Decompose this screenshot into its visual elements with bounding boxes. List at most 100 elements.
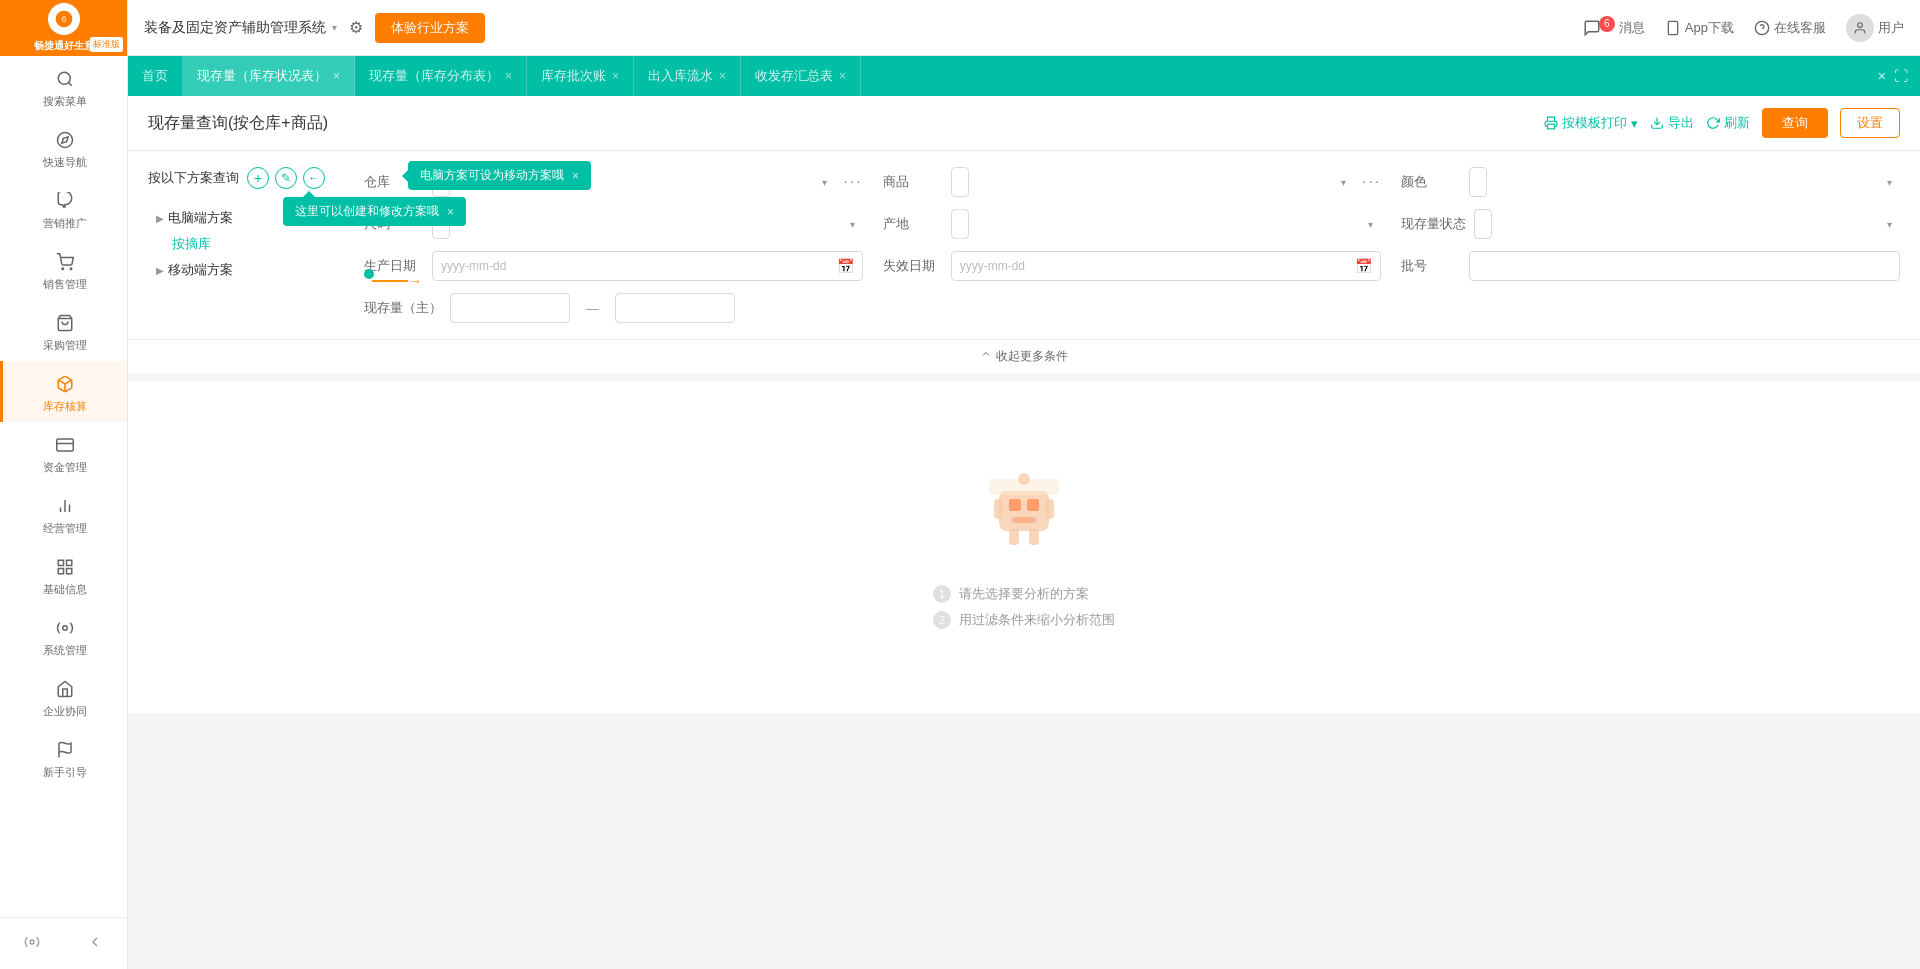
tab-inventory-status-label: 现存量（库存状况表） [197, 67, 327, 85]
step-2-text: 用过滤条件来缩小分析范围 [959, 607, 1115, 633]
user-btn[interactable]: 用户 [1846, 14, 1904, 42]
tree-arrow-desktop: ▶ [156, 213, 164, 224]
add-scheme-btn[interactable]: + [247, 167, 269, 189]
goods-select[interactable] [951, 167, 969, 197]
sidebar-item-operations[interactable]: 经营管理 [0, 483, 127, 544]
main-content: 装备及固定资产辅助管理系统 ▾ ⚙ 体验行业方案 6 消息 App下载 在线客服 [128, 0, 1920, 969]
app-label: App下载 [1685, 19, 1734, 37]
export-label: 导出 [1668, 114, 1694, 132]
query-btn[interactable]: 查询 [1762, 108, 1828, 138]
messages-btn[interactable]: 6 消息 [1583, 19, 1645, 37]
tab-inventory-dist-close[interactable]: × [505, 69, 512, 83]
tab-flow-close[interactable]: × [719, 69, 726, 83]
scheme-tooltip-close[interactable]: × [572, 169, 579, 183]
sidebar-item-sales[interactable]: 销售管理 [0, 239, 127, 300]
empty-step-1: 1 请先选择要分析的方案 [933, 581, 1115, 607]
filter-row-color: 颜色 ▾ [1401, 167, 1900, 197]
megaphone-icon [54, 190, 76, 212]
tab-inventory-status-close[interactable]: × [333, 69, 340, 83]
flag-icon [54, 739, 76, 761]
filter-row-stock-status: 现存量状态 ▾ [1401, 209, 1900, 239]
stock-main-from[interactable] [450, 293, 570, 323]
refresh-btn[interactable]: 刷新 [1706, 114, 1750, 132]
goods-label: 商品 [883, 173, 943, 191]
stock-status-select[interactable] [1474, 209, 1492, 239]
sidebar-item-search[interactable]: 搜索菜单 [0, 56, 127, 117]
stock-status-label: 现存量状态 [1401, 215, 1466, 233]
collapse-sidebar-btn[interactable] [83, 930, 107, 957]
cart-icon [54, 251, 76, 273]
goods-more[interactable]: ··· [1362, 173, 1381, 191]
tab-home[interactable]: 首页 [128, 56, 183, 96]
scheme-mobile[interactable]: ▶ 移动端方案 [148, 257, 348, 283]
exp-date-input[interactable]: yyyy-mm-dd 📅 [951, 251, 1382, 281]
grid-icon [54, 556, 76, 578]
scheme-mobile-label: 移动端方案 [168, 261, 233, 279]
sidebar-item-guide[interactable]: 新手引导 [0, 727, 127, 788]
sidebar-item-system[interactable]: 系统管理 [0, 605, 127, 666]
user-label: 用户 [1878, 19, 1904, 37]
svg-rect-33 [1046, 499, 1054, 519]
empty-steps: 1 请先选择要分析的方案 2 用过滤条件来缩小分析范围 [933, 581, 1115, 633]
sidebar-item-enterprise[interactable]: 企业协同 [0, 666, 127, 727]
back-scheme-btn[interactable]: ← [303, 167, 325, 189]
svg-rect-35 [1029, 529, 1039, 545]
collapse-label: 收起更多条件 [996, 348, 1068, 365]
sidebar-item-inventory[interactable]: 库存核算 [0, 361, 127, 422]
page-title: 现存量查询(按仓库+商品) [148, 113, 328, 134]
tab-shipment-summary-close[interactable]: × [839, 69, 846, 83]
svg-rect-14 [58, 560, 63, 565]
stock-main-dash: — [578, 301, 607, 316]
edit-tooltip: 这里可以创建和修改方案哦 × [283, 197, 466, 226]
tab-home-label: 首页 [142, 67, 168, 85]
collapse-bar[interactable]: 收起更多条件 [128, 339, 1920, 373]
tab-batch-account-close[interactable]: × [612, 69, 619, 83]
scheme-desktop-default-label: 按摘库 [172, 235, 211, 253]
setting-btn[interactable]: 设置 [1840, 108, 1900, 138]
tab-flow-label: 出入库流水 [648, 67, 713, 85]
fullscreen-btn[interactable]: ⛶ [1894, 68, 1908, 84]
prod-date-cal-icon[interactable]: 📅 [837, 258, 854, 274]
edit-scheme-btn[interactable]: ✎ [275, 167, 297, 189]
sidebar-item-basic[interactable]: 基础信息 [0, 544, 127, 605]
sidebar-item-marketing[interactable]: 营销推广 [0, 178, 127, 239]
scheme-desktop-default[interactable]: 按摘库 [148, 231, 348, 257]
edit-tooltip-close[interactable]: × [447, 205, 454, 219]
trial-btn[interactable]: 体验行业方案 [375, 13, 485, 43]
tab-inventory-status[interactable]: 现存量（库存状况表） × [183, 56, 355, 96]
sidebar-item-finance[interactable]: 资金管理 [0, 422, 127, 483]
filter-title: 按以下方案查询 [148, 169, 239, 187]
print-btn[interactable]: 按模板打印 ▾ [1544, 114, 1638, 132]
sidebar-item-purchase[interactable]: 采购管理 [0, 300, 127, 361]
export-btn[interactable]: 导出 [1650, 114, 1694, 132]
stock-main-to[interactable] [615, 293, 735, 323]
tab-shipment-summary[interactable]: 收发存汇总表 × [741, 56, 861, 96]
svg-rect-9 [57, 439, 74, 451]
tab-flow[interactable]: 出入库流水 × [634, 56, 741, 96]
header-left: 装备及固定资产辅助管理系统 ▾ ⚙ 体验行业方案 [144, 13, 485, 43]
app-download-btn[interactable]: App下载 [1665, 19, 1734, 37]
svg-point-37 [1018, 473, 1030, 485]
close-all-tabs-btn[interactable]: × [1878, 68, 1886, 84]
system-dropdown-icon[interactable]: ▾ [332, 22, 337, 33]
tab-batch-account-label: 库存批次账 [541, 67, 606, 85]
svg-point-20 [30, 940, 34, 944]
sidebar-label-system: 系统管理 [43, 643, 87, 658]
origin-select[interactable] [951, 209, 969, 239]
tab-batch-account[interactable]: 库存批次账 × [527, 56, 634, 96]
settings-bottom-btn[interactable] [20, 930, 44, 957]
prod-date-input[interactable]: yyyy-mm-dd 📅 [432, 251, 863, 281]
logo-icon: 6 [48, 3, 80, 35]
size-select-wrapper: ▾ [432, 209, 863, 239]
empty-icon [974, 461, 1074, 561]
exp-date-cal-icon[interactable]: 📅 [1355, 258, 1372, 274]
header-settings-icon[interactable]: ⚙ [349, 18, 363, 37]
batch-input[interactable] [1469, 251, 1900, 281]
tab-inventory-dist[interactable]: 现存量（库存分布表） × [355, 56, 527, 96]
warehouse-more[interactable]: ··· [843, 173, 862, 191]
top-header: 装备及固定资产辅助管理系统 ▾ ⚙ 体验行业方案 6 消息 App下载 在线客服 [128, 0, 1920, 56]
support-btn[interactable]: 在线客服 [1754, 19, 1826, 37]
color-select[interactable] [1469, 167, 1487, 197]
sidebar-item-quicknav[interactable]: 快速导航 [0, 117, 127, 178]
sidebar-bottom [0, 917, 127, 969]
